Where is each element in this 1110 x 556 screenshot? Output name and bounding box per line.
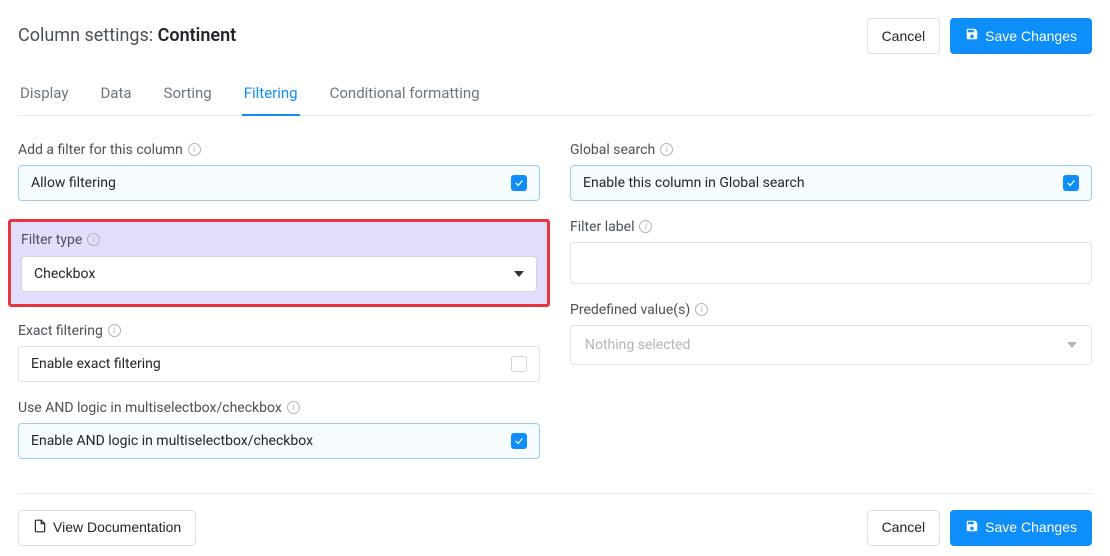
view-doc-label: View Documentation xyxy=(53,519,181,536)
label-add-filter: Add a filter for this column i xyxy=(18,142,540,158)
label-exact-filtering: Exact filtering i xyxy=(18,323,540,339)
and-logic-label: Enable AND logic in multiselectbox/check… xyxy=(31,433,313,449)
header-actions: Cancel Save Changes xyxy=(867,18,1092,54)
info-icon[interactable]: i xyxy=(695,303,708,316)
cancel-button-footer[interactable]: Cancel xyxy=(867,510,941,546)
tab-conditional[interactable]: Conditional formatting xyxy=(328,76,482,116)
cancel-label: Cancel xyxy=(882,519,926,536)
view-documentation-button[interactable]: View Documentation xyxy=(18,510,196,546)
predefined-select[interactable]: Nothing selected xyxy=(570,325,1092,365)
info-icon[interactable]: i xyxy=(87,233,100,246)
right-column: Global search i Enable this column in Gl… xyxy=(570,142,1092,465)
and-logic-toggle[interactable]: Enable AND logic in multiselectbox/check… xyxy=(18,423,540,459)
info-icon[interactable]: i xyxy=(639,220,652,233)
content: Add a filter for this column i Allow fil… xyxy=(18,116,1092,487)
header: Column settings: Continent Cancel Save C… xyxy=(18,10,1092,70)
chevron-down-icon xyxy=(514,271,524,277)
footer-actions: Cancel Save Changes xyxy=(867,510,1092,546)
global-search-toggle[interactable]: Enable this column in Global search xyxy=(570,165,1092,201)
label-global-search: Global search i xyxy=(570,142,1092,158)
title-subject: Continent xyxy=(158,25,237,46)
field-filter-label: Filter label i xyxy=(570,219,1092,284)
field-add-filter: Add a filter for this column i Allow fil… xyxy=(18,142,540,201)
filter-type-select[interactable]: Checkbox xyxy=(21,256,537,292)
tab-sorting[interactable]: Sorting xyxy=(162,76,214,116)
cancel-label: Cancel xyxy=(882,28,926,45)
filter-type-value: Checkbox xyxy=(34,266,95,282)
save-icon xyxy=(965,519,979,537)
chevron-down-icon xyxy=(1067,342,1077,348)
exact-filtering-label: Enable exact filtering xyxy=(31,356,161,372)
info-icon[interactable]: i xyxy=(188,143,201,156)
field-predefined: Predefined value(s) i Nothing selected xyxy=(570,302,1092,365)
document-icon xyxy=(33,519,47,537)
tab-filtering[interactable]: Filtering xyxy=(242,76,300,116)
field-global-search: Global search i Enable this column in Gl… xyxy=(570,142,1092,201)
info-icon[interactable]: i xyxy=(108,324,121,337)
info-icon[interactable]: i xyxy=(660,143,673,156)
field-filter-type-highlight: Filter type i Checkbox xyxy=(8,219,550,307)
cancel-button[interactable]: Cancel xyxy=(867,18,941,54)
exact-filtering-toggle[interactable]: Enable exact filtering xyxy=(18,346,540,382)
field-and-logic: Use AND logic in multiselectbox/checkbox… xyxy=(18,400,540,459)
save-icon xyxy=(965,27,979,45)
label-filter-label: Filter label i xyxy=(570,219,1092,235)
checkbox-unchecked-icon xyxy=(511,356,527,372)
title-prefix: Column settings: xyxy=(18,25,158,46)
info-icon[interactable]: i xyxy=(287,401,300,414)
allow-filtering-toggle[interactable]: Allow filtering xyxy=(18,165,540,201)
tab-data[interactable]: Data xyxy=(98,76,133,116)
field-exact-filtering: Exact filtering i Enable exact filtering xyxy=(18,323,540,382)
tabs: Display Data Sorting Filtering Condition… xyxy=(18,70,1092,116)
checkbox-checked-icon xyxy=(511,175,527,191)
save-button-footer[interactable]: Save Changes xyxy=(950,510,1092,546)
label-and-logic: Use AND logic in multiselectbox/checkbox… xyxy=(18,400,540,416)
save-label: Save Changes xyxy=(985,28,1077,45)
predefined-placeholder: Nothing selected xyxy=(585,337,690,353)
allow-filtering-label: Allow filtering xyxy=(31,175,116,191)
filter-label-input[interactable] xyxy=(570,242,1092,284)
checkbox-checked-icon xyxy=(1063,175,1079,191)
page-title: Column settings: Continent xyxy=(18,25,236,46)
save-label: Save Changes xyxy=(985,519,1077,536)
left-column: Add a filter for this column i Allow fil… xyxy=(18,142,540,465)
label-predefined: Predefined value(s) i xyxy=(570,302,1092,318)
checkbox-checked-icon xyxy=(511,433,527,449)
label-filter-type: Filter type i xyxy=(21,232,537,248)
global-search-label: Enable this column in Global search xyxy=(583,175,805,191)
save-button[interactable]: Save Changes xyxy=(950,18,1092,54)
tab-display[interactable]: Display xyxy=(18,76,70,116)
